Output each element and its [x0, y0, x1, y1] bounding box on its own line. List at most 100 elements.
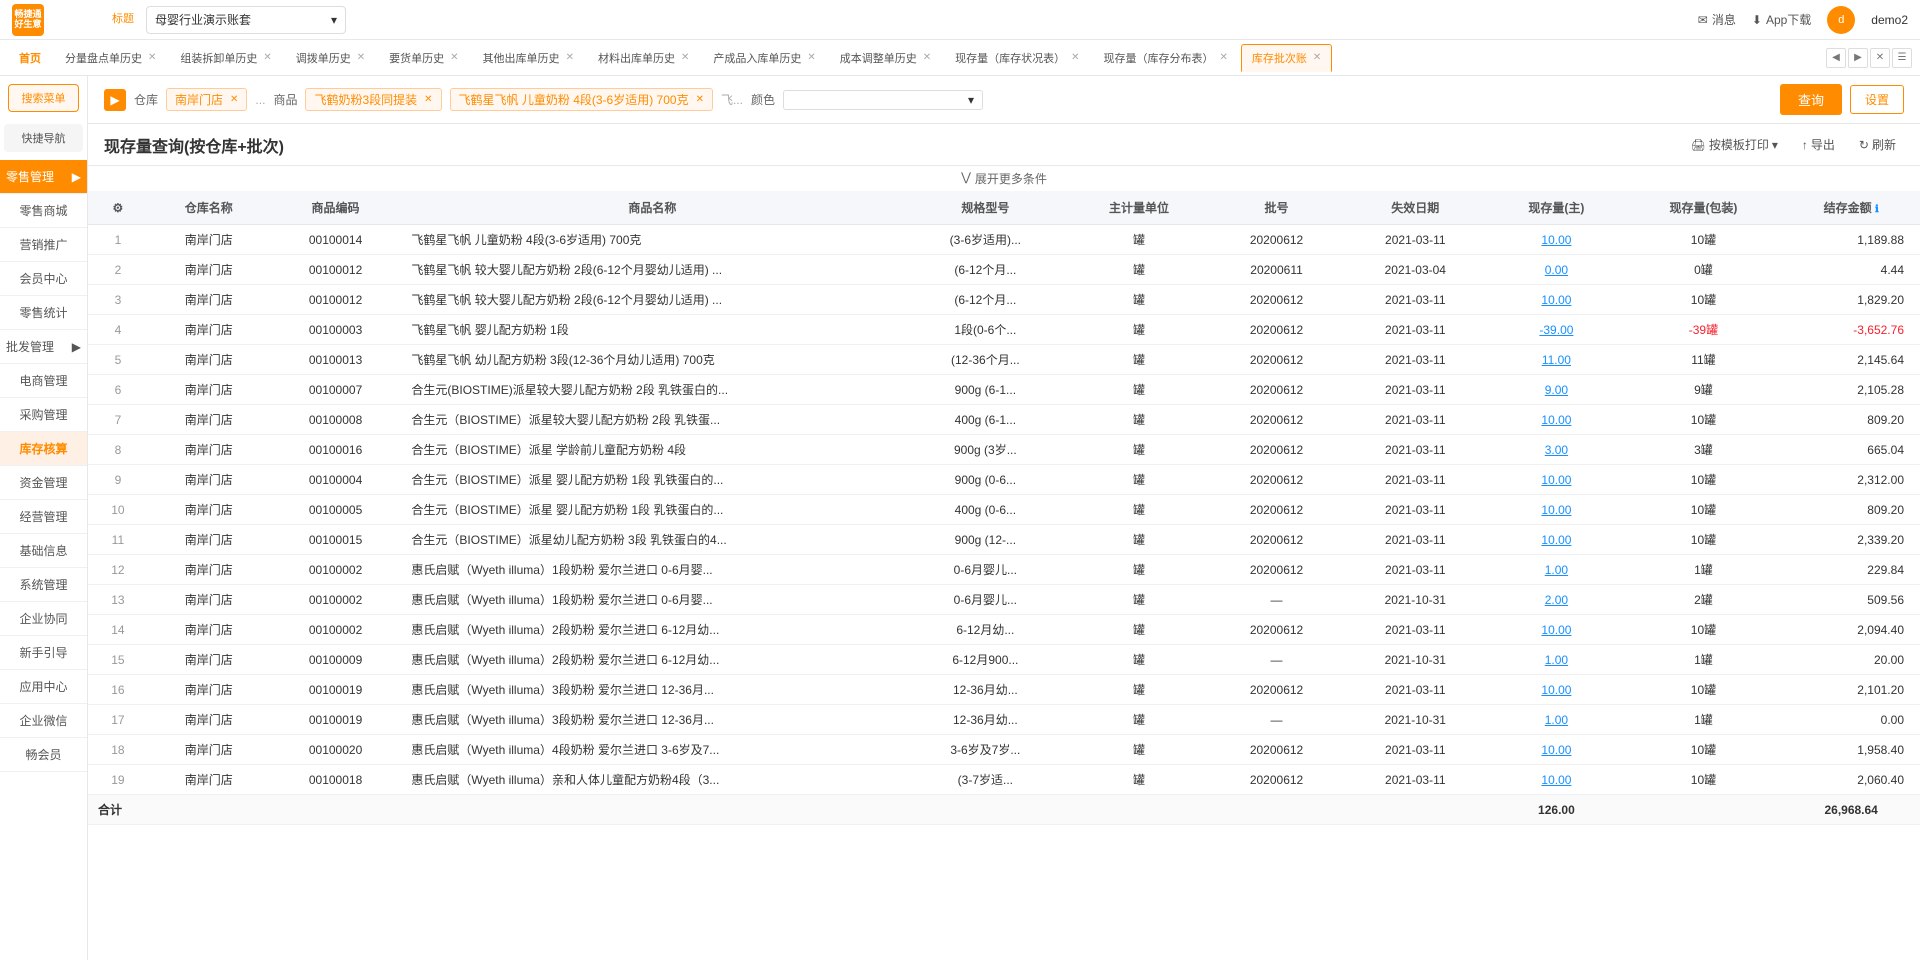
user-avatar[interactable]: d — [1827, 6, 1855, 34]
tab-disassemble-close[interactable]: ✕ — [263, 52, 271, 63]
warehouse-more-dots[interactable]: ... — [255, 93, 265, 107]
cell-qty-main[interactable]: 3.00 — [1488, 435, 1624, 465]
tab-home[interactable]: 首页 — [8, 44, 52, 72]
cell-unit: 罐 — [1067, 585, 1210, 615]
product-tag-2-close[interactable]: ✕ — [696, 94, 704, 105]
tab-next-btn[interactable]: ▶ — [1848, 48, 1868, 68]
tab-req-close[interactable]: ✕ — [450, 52, 458, 63]
cell-qty-main[interactable]: 10.00 — [1488, 495, 1624, 525]
tab-cost-close[interactable]: ✕ — [923, 52, 931, 63]
query-btn[interactable]: 查询 — [1780, 84, 1842, 115]
cell-qty-main[interactable]: 10.00 — [1488, 765, 1624, 795]
sidebar-item-retail-shop[interactable]: 零售商城 — [0, 194, 87, 228]
cell-qty-main[interactable]: 2.00 — [1488, 585, 1624, 615]
export-btn[interactable]: ↑ 导出 — [1794, 132, 1843, 157]
warehouse-tag-close[interactable]: ✕ — [230, 94, 238, 105]
cell-index: 3 — [88, 285, 148, 315]
sidebar-item-system[interactable]: 系统管理 — [0, 568, 87, 602]
filter-expand-btn[interactable]: ▶ — [104, 89, 126, 111]
tab-transfer[interactable]: 调拨单历史 ✕ — [285, 44, 376, 72]
sidebar-item-member[interactable]: 畅会员 — [0, 738, 87, 772]
product-filter-tag-2: 飞鹤星飞帆 儿童奶粉 4段(3-6岁适用) 700克 ✕ — [450, 88, 713, 111]
sidebar-item-new-guide[interactable]: 新手引导 — [0, 636, 87, 670]
tab-stock-dist-close[interactable]: ✕ — [1220, 52, 1228, 63]
cell-qty-main[interactable]: 10.00 — [1488, 525, 1624, 555]
cell-amount: 665.04 — [1782, 435, 1920, 465]
app-download-btn[interactable]: ⬇ App下载 — [1752, 11, 1811, 28]
cell-qty-main[interactable]: 10.00 — [1488, 285, 1624, 315]
cell-batch: — — [1211, 705, 1343, 735]
table-row: 1 南岸门店 00100014 飞鹤星飞帆 儿童奶粉 4段(3-6岁适用) 70… — [88, 225, 1920, 255]
tab-close-all-btn[interactable]: ✕ — [1870, 48, 1890, 68]
cell-qty-main[interactable]: 10.00 — [1488, 405, 1624, 435]
cell-qty-main[interactable]: 9.00 — [1488, 375, 1624, 405]
quick-nav-btn[interactable]: 快捷导航 — [4, 124, 83, 152]
cell-qty-main[interactable]: 0.00 — [1488, 255, 1624, 285]
sidebar-item-retail-mgmt[interactable]: 零售管理 ▶ — [0, 160, 87, 194]
cell-qty-main[interactable]: 10.00 — [1488, 735, 1624, 765]
tab-other-out-close[interactable]: ✕ — [566, 52, 574, 63]
tab-requisition[interactable]: 要货单历史 ✕ — [378, 44, 469, 72]
cell-qty-pkg: 3罐 — [1625, 435, 1783, 465]
tab-product-in[interactable]: 产成品入库单历史 ✕ — [702, 44, 826, 72]
setting-btn[interactable]: 设置 — [1850, 85, 1904, 114]
tab-transfer-label: 调拨单历史 — [296, 50, 351, 66]
cell-expire: 2021-03-11 — [1342, 765, 1488, 795]
sidebar-item-member-center[interactable]: 会员中心 — [0, 262, 87, 296]
cell-warehouse: 南岸门店 — [148, 255, 270, 285]
refresh-btn[interactable]: ↻ 刷新 — [1851, 132, 1904, 157]
col-settings[interactable]: ⚙ — [88, 191, 148, 225]
page-title-bar: 现存量查询(按仓库+批次) 🖨 按模板打印 ▾ ↑ 导出 ↻ 刷新 — [88, 124, 1920, 166]
sidebar-item-purchase[interactable]: 采购管理 — [0, 398, 87, 432]
print-btn[interactable]: 🖨 按模板打印 ▾ — [1683, 132, 1786, 157]
tab-cost-adjust[interactable]: 成本调整单历史 ✕ — [829, 44, 942, 72]
tab-split-close[interactable]: ✕ — [148, 52, 156, 63]
tab-product-in-close[interactable]: ✕ — [807, 52, 815, 63]
tab-batch-voucher[interactable]: 库存批次账 ✕ — [1241, 44, 1332, 72]
messages-btn[interactable]: ✉ 消息 — [1698, 11, 1736, 28]
tab-material-out-close[interactable]: ✕ — [681, 52, 689, 63]
tab-stock-status[interactable]: 现存量（库存状况表） ✕ — [944, 44, 1090, 72]
cell-index: 2 — [88, 255, 148, 285]
product-more-dots[interactable]: 飞... — [721, 91, 743, 108]
tab-prev-btn[interactable]: ◀ — [1826, 48, 1846, 68]
cell-qty-main[interactable]: 10.00 — [1488, 675, 1624, 705]
sidebar-item-operations[interactable]: 经营管理 — [0, 500, 87, 534]
cell-qty-main[interactable]: -39.00 — [1488, 315, 1624, 345]
sidebar-item-app-center[interactable]: 应用中心 — [0, 670, 87, 704]
tab-transfer-close[interactable]: ✕ — [357, 52, 365, 63]
search-menu-btn[interactable]: 搜索菜单 — [8, 84, 79, 112]
cell-warehouse: 南岸门店 — [148, 345, 270, 375]
color-filter-dropdown[interactable]: ▾ — [783, 90, 983, 110]
cell-qty-main[interactable]: 1.00 — [1488, 555, 1624, 585]
expand-filter-btn[interactable]: ⋁ 展开更多条件 — [88, 166, 1920, 191]
tab-stock-dist[interactable]: 现存量（库存分布表） ✕ — [1093, 44, 1239, 72]
tab-batch-close[interactable]: ✕ — [1313, 52, 1321, 63]
sidebar-item-enterprise-wechat[interactable]: 企业微信 — [0, 704, 87, 738]
tab-other-out[interactable]: 其他出库单历史 ✕ — [472, 44, 585, 72]
table-row: 9 南岸门店 00100004 合生元（BIOSTIME）派星 婴儿配方奶粉 1… — [88, 465, 1920, 495]
industry-selector[interactable]: 母婴行业演示账套 ▾ — [146, 6, 346, 34]
cell-qty-main[interactable]: 11.00 — [1488, 345, 1624, 375]
cell-qty-main[interactable]: 1.00 — [1488, 705, 1624, 735]
tab-disassemble[interactable]: 组装拆卸单历史 ✕ — [169, 44, 282, 72]
sidebar-item-wholesale[interactable]: 批发管理 ▶ — [0, 330, 87, 364]
tab-split-inventory[interactable]: 分量盘点单历史 ✕ — [54, 44, 167, 72]
product-tag-1-close[interactable]: ✕ — [424, 94, 432, 105]
sidebar-item-retail-stats[interactable]: 零售统计 — [0, 296, 87, 330]
tab-material-out[interactable]: 材料出库单历史 ✕ — [587, 44, 700, 72]
cell-qty-main[interactable]: 1.00 — [1488, 645, 1624, 675]
tab-menu-btn[interactable]: ☰ — [1892, 48, 1912, 68]
cell-qty-main[interactable]: 10.00 — [1488, 225, 1624, 255]
sidebar-item-ecommerce[interactable]: 电商管理 — [0, 364, 87, 398]
cell-qty-main[interactable]: 10.00 — [1488, 615, 1624, 645]
sidebar-item-inventory[interactable]: 库存核算 — [0, 432, 87, 466]
sidebar-item-marketing[interactable]: 营销推广 — [0, 228, 87, 262]
table-wrapper[interactable]: ⚙ 仓库名称 商品编码 商品名称 规格型号 主计量单位 批号 失效日期 现存量(… — [88, 191, 1920, 960]
tab-stock-status-close[interactable]: ✕ — [1071, 52, 1079, 63]
sidebar-item-finance[interactable]: 资金管理 — [0, 466, 87, 500]
sidebar-item-basic-info[interactable]: 基础信息 — [0, 534, 87, 568]
app-download-label: App下载 — [1766, 11, 1811, 28]
cell-qty-main[interactable]: 10.00 — [1488, 465, 1624, 495]
sidebar-item-enterprise[interactable]: 企业协同 — [0, 602, 87, 636]
